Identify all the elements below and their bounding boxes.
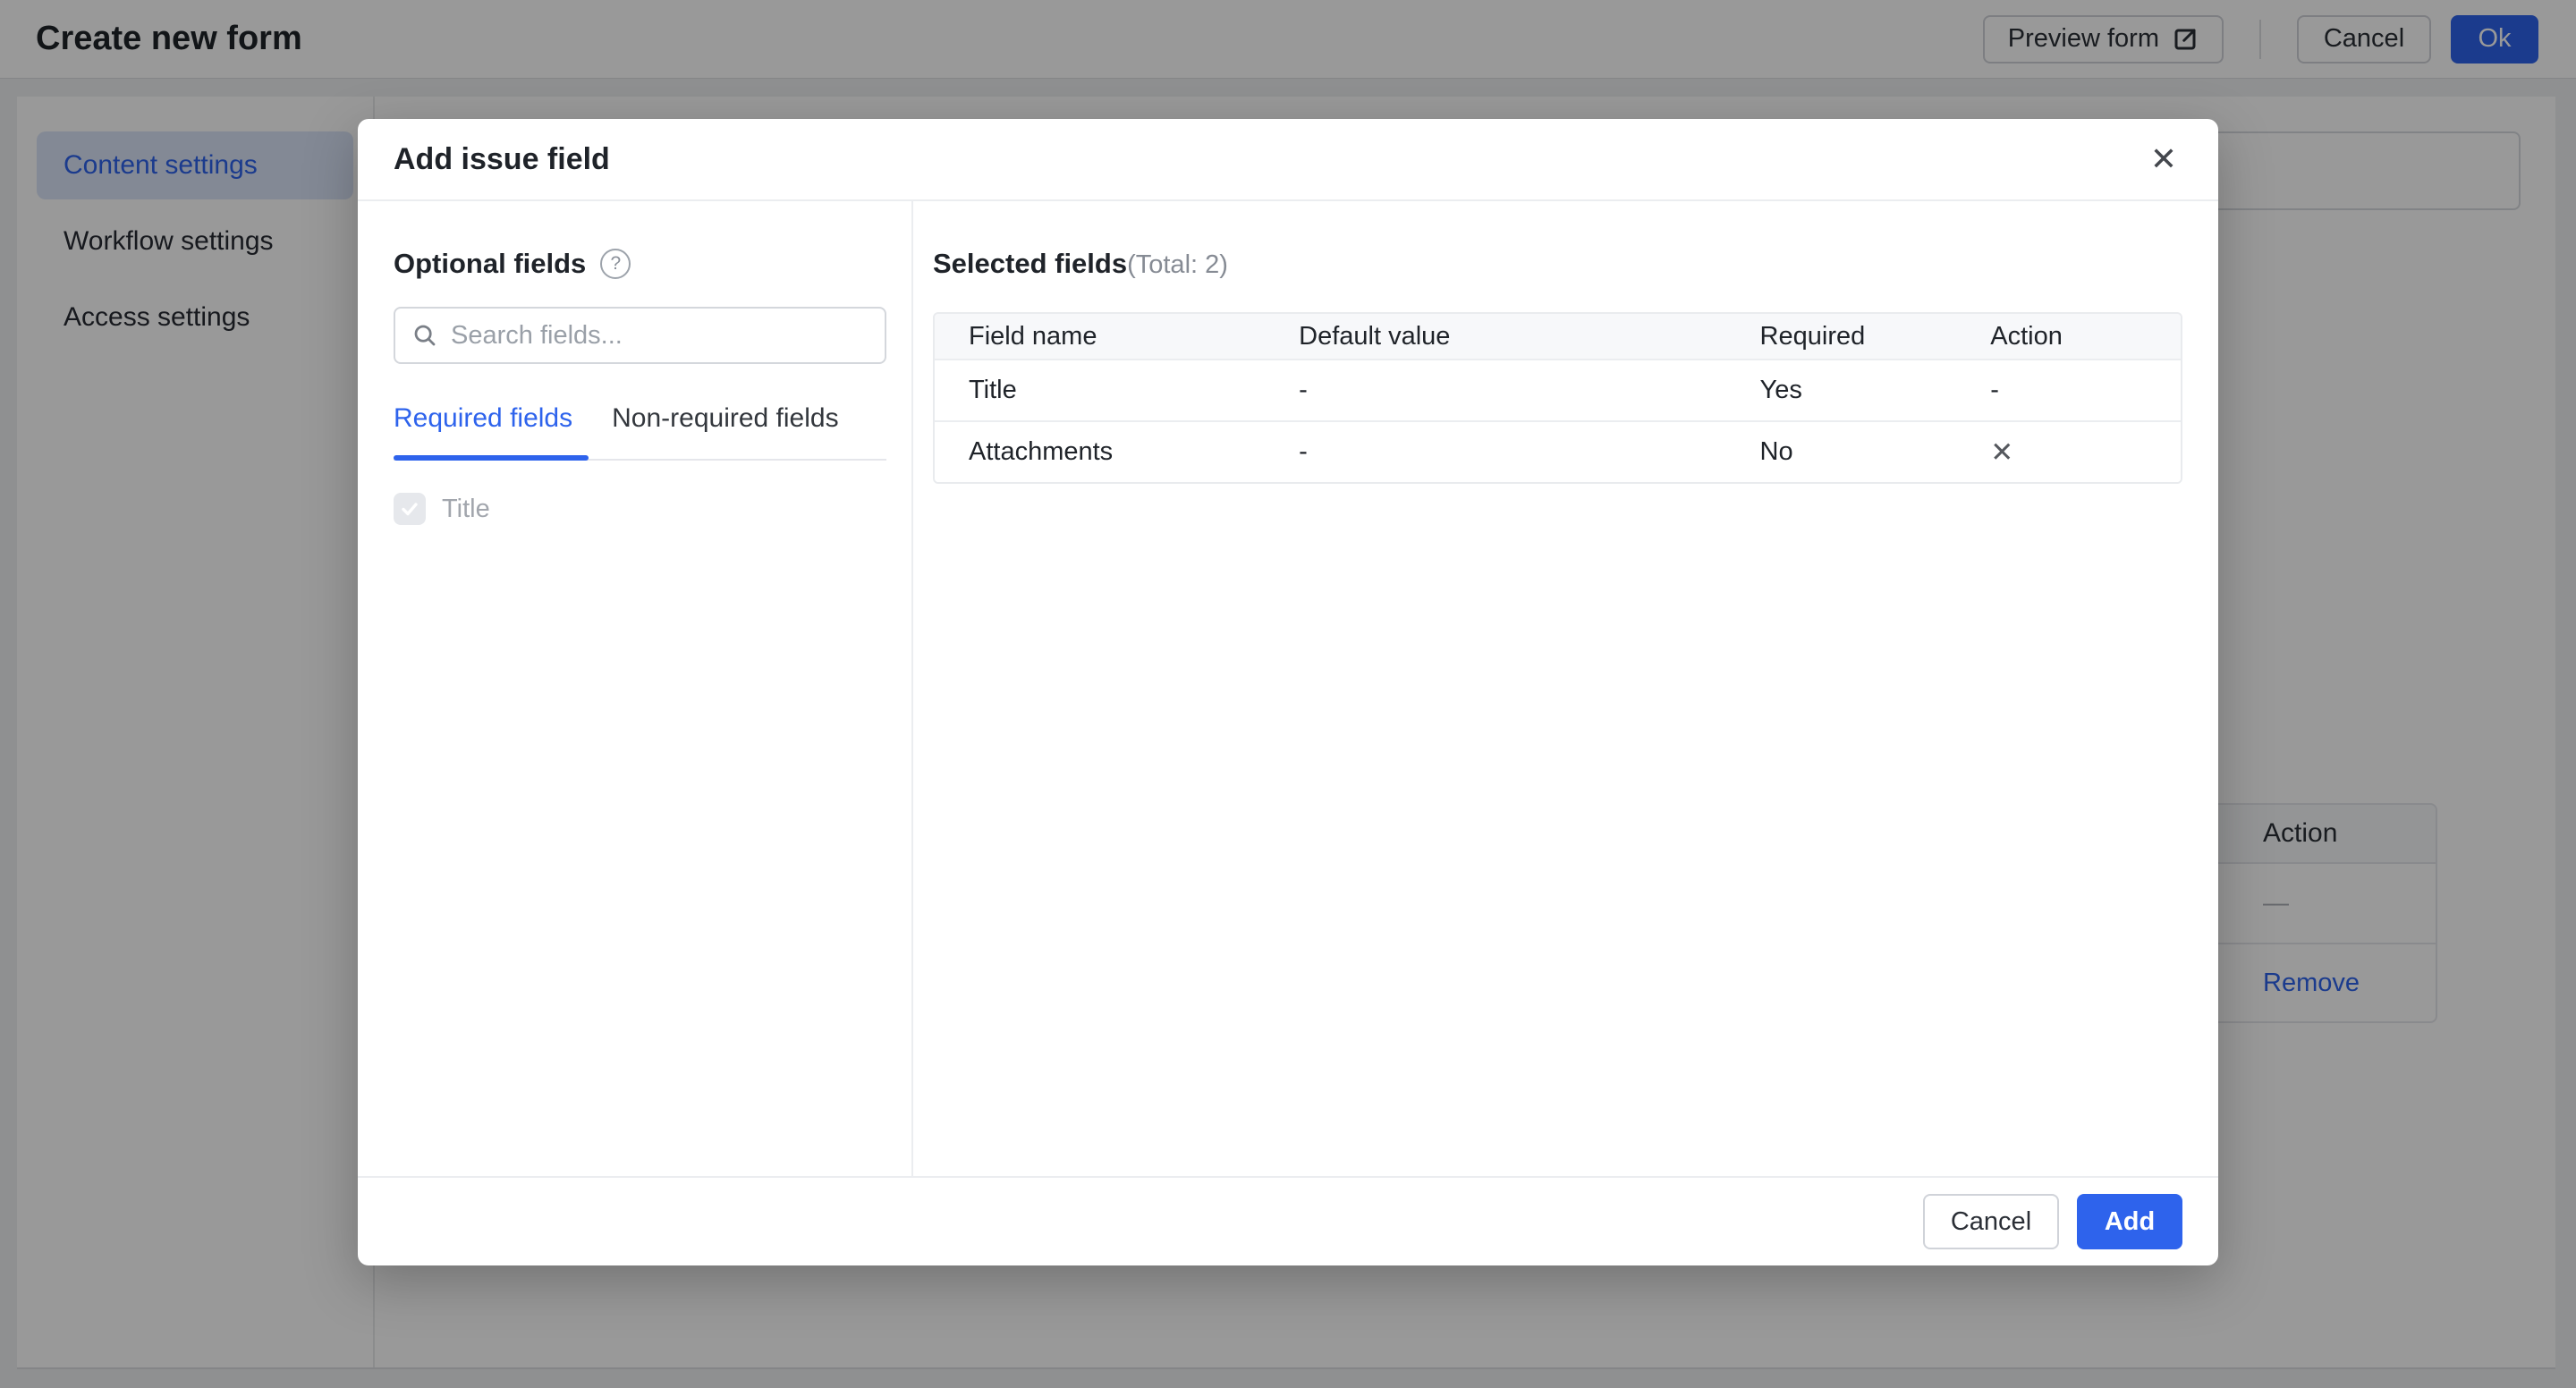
field-option-title: Title xyxy=(394,493,886,525)
modal-add-button[interactable]: Add xyxy=(2077,1194,2182,1249)
optional-fields-header: Optional fields ? xyxy=(394,248,886,280)
selected-fields-table: Field name Default value Required Action… xyxy=(933,312,2182,484)
cell-default-value: - xyxy=(1299,437,1308,466)
tab-non-required-fields-label: Non-required fields xyxy=(612,403,839,433)
table-row: Title - Yes - xyxy=(935,359,2181,420)
search-icon xyxy=(411,322,438,349)
modal-cancel-button[interactable]: Cancel xyxy=(1923,1194,2059,1249)
table-row: Attachments - No ✕ xyxy=(935,420,2181,482)
selected-fields-total: (Total: 2) xyxy=(1127,250,1228,279)
column-header-field-name: Field name xyxy=(969,321,1097,351)
modal-title: Add issue field xyxy=(394,141,610,176)
title-checkbox-checked-disabled[interactable] xyxy=(394,493,426,525)
selected-fields-header: Selected fields (Total: 2) xyxy=(933,248,2182,280)
close-icon[interactable]: ✕ xyxy=(2150,143,2177,175)
optional-fields-title: Optional fields xyxy=(394,248,587,279)
tab-required-fields[interactable]: Required fields xyxy=(394,403,589,461)
cell-required: Yes xyxy=(1759,376,1802,404)
add-issue-field-modal: Add issue field ✕ Optional fields ? Sear… xyxy=(358,119,2218,1265)
cell-action: - xyxy=(1990,376,1999,404)
column-header-action: Action xyxy=(1990,321,2063,351)
modal-body: Optional fields ? Required fields xyxy=(358,201,2218,1176)
field-option-label: Title xyxy=(442,494,490,523)
cell-default-value: - xyxy=(1299,376,1308,404)
column-header-default-value: Default value xyxy=(1299,321,1451,351)
cell-field-name: Attachments xyxy=(969,437,1114,466)
cell-action: ✕ xyxy=(1956,436,2181,469)
selected-fields-panel: Selected fields (Total: 2) Field name De… xyxy=(913,201,2218,1176)
search-box xyxy=(394,307,886,364)
help-icon[interactable]: ? xyxy=(600,249,631,279)
active-tab-underline xyxy=(394,455,589,461)
search-input[interactable] xyxy=(451,320,869,351)
optional-fields-panel: Optional fields ? Required fields xyxy=(358,201,913,1176)
field-tabs: Required fields Non-required fields xyxy=(394,403,886,461)
selected-fields-title: Selected fields xyxy=(933,248,1128,279)
modal-footer: Cancel Add xyxy=(358,1176,2218,1265)
table-header-row: Field name Default value Required Action xyxy=(935,314,2181,359)
tab-required-fields-label: Required fields xyxy=(394,403,573,433)
cell-required: No xyxy=(1759,437,1793,466)
page: Create new form Preview form Cancel Ok C… xyxy=(0,0,2576,1388)
check-icon xyxy=(402,503,418,516)
cell-field-name: Title xyxy=(969,376,1017,404)
tab-non-required-fields[interactable]: Non-required fields xyxy=(612,403,838,459)
remove-field-icon[interactable]: ✕ xyxy=(1990,436,2013,468)
column-header-required: Required xyxy=(1759,321,1866,351)
modal-header: Add issue field ✕ xyxy=(358,119,2218,201)
